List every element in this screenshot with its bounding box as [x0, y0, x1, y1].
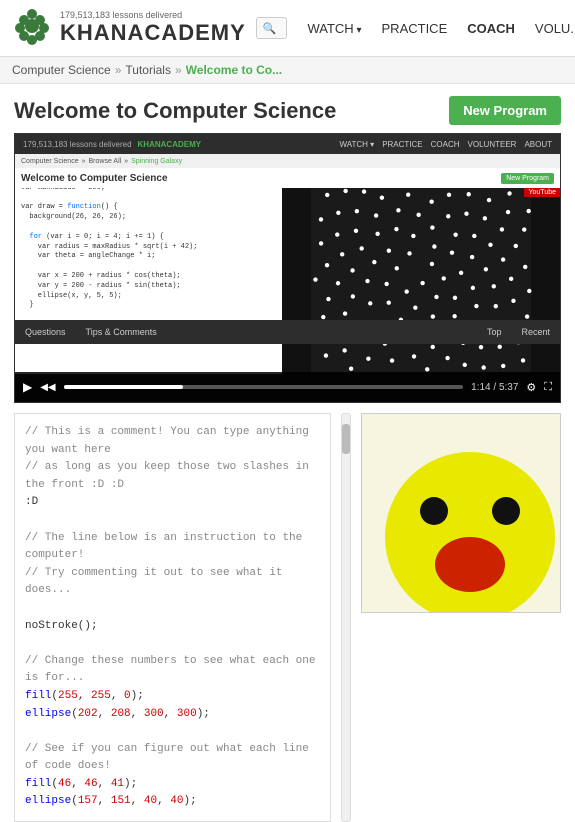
breadcrumb-tutorials[interactable]: Tutorials [125, 63, 171, 77]
editor-line-10: // Change these numbers to see what each… [25, 653, 320, 688]
questions-tab[interactable]: Questions [15, 323, 76, 341]
mini-bc-sep2: » [124, 158, 128, 165]
mini-bc-cs: Computer Science [21, 158, 79, 165]
time-display: 1:14 / 5:37 [471, 382, 518, 393]
breadcrumb-sep1: » [115, 63, 122, 77]
mini-logo: KHANACADEMY [138, 140, 202, 149]
scrollbar-vertical[interactable] [341, 413, 351, 822]
play-button[interactable]: ▶ [23, 380, 32, 394]
mini-nav-watch: WATCH ▾ [340, 140, 375, 149]
progress-fill [64, 385, 184, 389]
editor-line-6: // Try commenting it out to see what it … [25, 565, 320, 600]
mini-title-text: Welcome to Computer Science [21, 173, 168, 184]
code-line-13: ellipse(x, y, 5, 5); [21, 292, 276, 302]
mini-nav-practice: PRACTICE [382, 140, 422, 149]
editor-line-12: ellipse(202, 208, 300, 300); [25, 706, 320, 724]
logo-icon [10, 6, 54, 50]
new-program-button[interactable]: New Program [449, 96, 561, 125]
logo-text-area: 179,513,183 lessons delivered KHANACADEM… [60, 10, 246, 46]
mini-new-program: New Program [501, 173, 554, 184]
page-title-bar: Welcome to Computer Science New Program [0, 84, 575, 133]
code-line-14: } [21, 301, 276, 311]
youtube-badge: YouTube [524, 188, 560, 197]
editor-line-1: // This is a comment! You can type anyth… [25, 424, 320, 459]
logo-area[interactable]: 179,513,183 lessons delivered KHANACADEM… [10, 6, 246, 50]
eye-right [492, 497, 520, 525]
editor-line-13 [25, 723, 320, 741]
nav-coach[interactable]: COACH [457, 15, 525, 42]
code-editor[interactable]: // This is a comment! You can type anyth… [14, 413, 331, 822]
editor-line-11: fill(255, 255, 0); [25, 688, 320, 706]
nav-practice[interactable]: PRACTICE [372, 15, 458, 42]
mini-title-bar: Welcome to Computer Science New Program [15, 168, 560, 188]
mouth [435, 537, 505, 592]
search-icon: 🔍 [263, 22, 277, 35]
editor-line-5: // The line below is an instruction to t… [25, 530, 320, 565]
code-lines: // The radius of the circle var maxRadiu… [21, 174, 276, 341]
video-controls: ▶ ◀◀ 1:14 / 5:37 ⚙ ⛶ [15, 372, 560, 402]
editor-line-16: ellipse(157, 151, 40, 40); [25, 793, 320, 811]
code-area: // This is a comment! You can type anyth… [14, 413, 561, 822]
recent-label: Recent [511, 323, 560, 341]
code-line-9: var theta = angleChange * i; [21, 252, 276, 262]
breadcrumb-sep2: » [175, 63, 182, 77]
preview-canvas [361, 413, 561, 613]
fullscreen-icon[interactable]: ⛶ [544, 381, 552, 394]
editor-line-2: // as long as you keep those two slashes… [25, 459, 320, 494]
code-line-12: var y = 200 - radius * sin(theta); [21, 282, 276, 292]
nav-volunteer[interactable]: VOLU... [525, 15, 575, 42]
mini-nav: WATCH ▾ PRACTICE COACH VOLUNTEER ABOUT [340, 140, 553, 149]
code-line-3 [21, 194, 276, 204]
logo-name: KHANACADEMY [60, 20, 246, 46]
editor-line-8: noStroke(); [25, 618, 320, 636]
mini-bc-sep: » [82, 158, 86, 165]
breadcrumb-current: Welcome to Co... [186, 63, 282, 77]
editor-line-7 [25, 600, 320, 618]
mini-nav-coach: COACH [431, 140, 460, 149]
code-line-11: var x = 200 + radius * cos(theta); [21, 272, 276, 282]
mini-lesson-count: 179,513,183 lessons delivered [23, 140, 132, 149]
editor-line-14: // See if you can figure out what each l… [25, 741, 320, 776]
editor-line-15: fill(46, 46, 41); [25, 776, 320, 794]
code-line-5: background(26, 26, 26); [21, 213, 276, 223]
mini-header: 179,513,183 lessons delivered KHANACADEM… [15, 134, 560, 154]
mini-bc-browse: Browse All [89, 158, 122, 165]
top-label: Top [477, 323, 512, 341]
bottom-panels: Questions Tips & Comments Top Recent [15, 320, 560, 344]
search-bar[interactable]: 🔍 [256, 17, 288, 39]
page-title: Welcome to Computer Science [14, 98, 336, 124]
scrollbar-thumb[interactable] [342, 424, 350, 454]
smiley-face [385, 452, 555, 613]
eye-left [420, 497, 448, 525]
tips-comments-tab[interactable]: Tips & Comments [76, 323, 167, 341]
code-line-10 [21, 262, 276, 272]
code-line-7: for (var i = 0; i = 4; i += 1) { [21, 233, 276, 243]
nav-links: WATCH PRACTICE COACH VOLU... [297, 15, 575, 42]
mini-nav-about: ABOUT [524, 140, 552, 149]
lesson-count: 179,513,183 lessons delivered [60, 10, 246, 20]
editor-line-3: :D [25, 494, 320, 512]
editor-line-9 [25, 635, 320, 653]
settings-icon[interactable]: ⚙ [526, 381, 536, 394]
video-container: 179,513,183 lessons delivered KHANACADEM… [14, 133, 561, 403]
progress-bar[interactable] [64, 385, 464, 389]
editor-line-4 [25, 512, 320, 530]
page-header: 179,513,183 lessons delivered KHANACADEM… [0, 0, 575, 57]
mini-bc-current: Spinning Galaxy [131, 158, 182, 165]
mini-breadcrumb: Computer Science » Browse All » Spinning… [15, 154, 560, 168]
video-inner: 179,513,183 lessons delivered KHANACADEM… [15, 134, 560, 374]
code-line-4: var draw = function() { [21, 203, 276, 213]
breadcrumb: Computer Science » Tutorials » Welcome t… [0, 57, 575, 84]
nav-watch[interactable]: WATCH [297, 15, 371, 42]
rewind-button[interactable]: ◀◀ [40, 382, 55, 393]
code-line-6 [21, 223, 276, 233]
code-line-8: var radius = maxRadius * sqrt(i + 42); [21, 243, 276, 253]
breadcrumb-cs[interactable]: Computer Science [12, 63, 111, 77]
mini-nav-volunteer: VOLUNTEER [468, 140, 517, 149]
